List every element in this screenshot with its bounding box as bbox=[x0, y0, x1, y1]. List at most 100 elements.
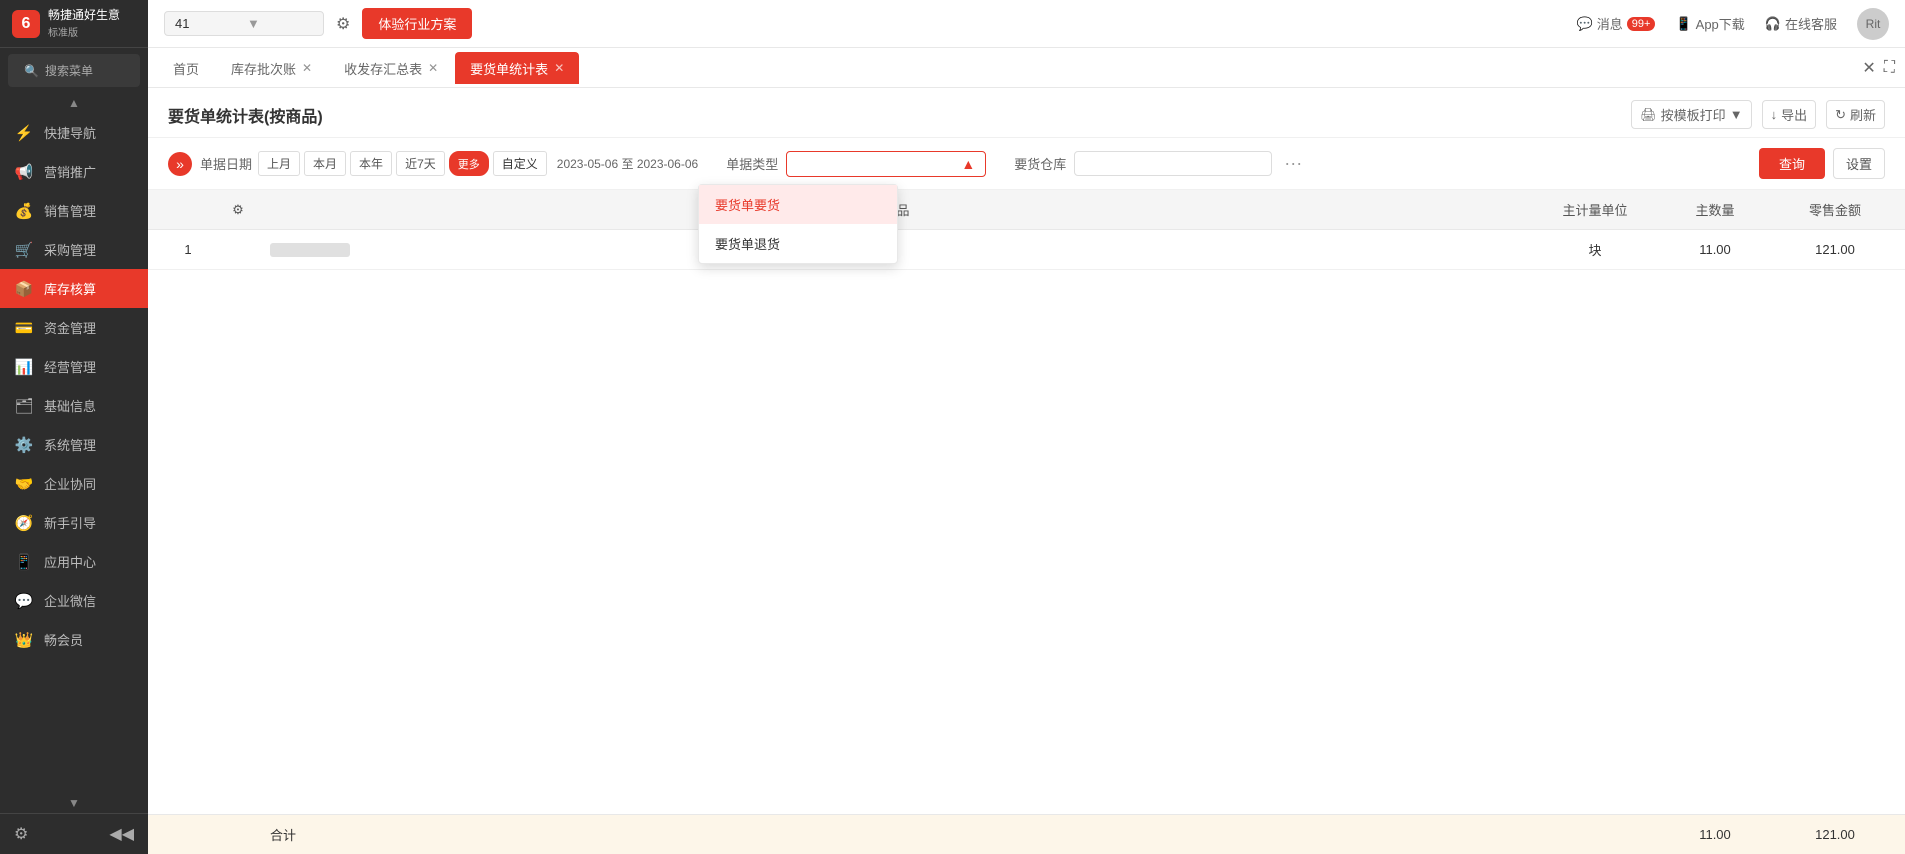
more-dates-btn[interactable]: 更多 bbox=[449, 151, 489, 176]
enterprise-icon: 🤝 bbox=[14, 475, 34, 493]
refresh-icon: ↻ bbox=[1835, 107, 1846, 123]
print-label: 按模板打印 bbox=[1661, 105, 1726, 124]
user-avatar[interactable]: Rit bbox=[1857, 8, 1889, 40]
tab-summary-label: 收发存汇总表 bbox=[344, 59, 422, 78]
scroll-up-btn[interactable]: ▲ bbox=[0, 93, 148, 113]
tab-batch-label: 库存批次账 bbox=[231, 59, 296, 78]
this-month-btn[interactable]: 本月 bbox=[304, 151, 346, 176]
app-center-icon: 📱 bbox=[14, 553, 34, 571]
refresh-btn[interactable]: ↻ 刷新 bbox=[1826, 100, 1885, 129]
sidebar-item-system[interactable]: ⚙️ 系统管理 bbox=[0, 425, 148, 464]
sidebar-item-wechat[interactable]: 💬 企业微信 bbox=[0, 581, 148, 620]
sidebar-item-label: 资金管理 bbox=[44, 318, 96, 337]
sidebar-item-base[interactable]: 🗂 基础信息 bbox=[0, 386, 148, 425]
tab-summary[interactable]: 收发存汇总表 ✕ bbox=[329, 52, 453, 84]
col-amount: 零售金额 bbox=[1775, 190, 1895, 229]
messages-label: 消息 bbox=[1597, 14, 1623, 33]
tab-order-stats-close[interactable]: ✕ bbox=[554, 61, 564, 75]
sidebar-item-quick-nav[interactable]: ⚡ 快捷导航 bbox=[0, 113, 148, 152]
footer-qty: 11.00 bbox=[1655, 817, 1775, 852]
tab-close-all-btn[interactable]: ✕ bbox=[1862, 58, 1875, 78]
sidebar-item-purchase[interactable]: 🛒 采购管理 bbox=[0, 230, 148, 269]
type-filter-label: 单据类型 bbox=[726, 154, 778, 173]
sidebar-item-sales[interactable]: 💰 销售管理 bbox=[0, 191, 148, 230]
col-qty: 主数量 bbox=[1655, 190, 1775, 229]
cell-gear bbox=[218, 242, 258, 258]
tab-home[interactable]: 首页 bbox=[158, 52, 214, 84]
topbar-gear-btn[interactable]: ⚙ bbox=[336, 14, 350, 34]
sidebar-item-business[interactable]: 📊 经营管理 bbox=[0, 347, 148, 386]
dropdown-item-order-return[interactable]: 要货单退货 bbox=[699, 224, 897, 263]
table-header: ⚙ 商品 主计量单位 主数量 零售金额 bbox=[148, 190, 1905, 230]
dropdown-item-order-goods[interactable]: 要货单要货 bbox=[699, 185, 897, 224]
tab-batch[interactable]: 库存批次账 ✕ bbox=[216, 52, 327, 84]
footer-label: 合计 bbox=[258, 815, 1535, 854]
app-download-label: App下载 bbox=[1696, 14, 1745, 33]
setting-btn[interactable]: 设置 bbox=[1833, 148, 1885, 179]
table-row: 1 块 11.00 121.00 bbox=[148, 230, 1905, 270]
sidebar-item-app-center[interactable]: 📱 应用中心 bbox=[0, 542, 148, 581]
store-selector[interactable]: 41 ▼ bbox=[164, 11, 324, 36]
newbie-icon: 🧭 bbox=[14, 514, 34, 532]
type-dropdown: 要货单要货 要货单退货 bbox=[698, 184, 898, 264]
this-year-btn[interactable]: 本年 bbox=[350, 151, 392, 176]
wechat-icon: 💬 bbox=[14, 592, 34, 610]
online-service-btn[interactable]: 🎧 在线客服 bbox=[1765, 14, 1837, 33]
inventory-icon: 📦 bbox=[14, 280, 34, 298]
sidebar-nav: ⚡ 快捷导航 📢 营销推广 💰 销售管理 🛒 采购管理 📦 库存核算 💳 资金管… bbox=[0, 113, 148, 793]
sidebar-item-label: 快捷导航 bbox=[44, 123, 96, 142]
system-icon: ⚙️ bbox=[14, 436, 34, 454]
more-filters-btn[interactable]: ··· bbox=[1284, 153, 1302, 174]
sidebar-item-label: 采购管理 bbox=[44, 240, 96, 259]
refresh-label: 刷新 bbox=[1850, 105, 1876, 124]
app-download-btn[interactable]: 📱 App下载 bbox=[1675, 14, 1744, 33]
tab-summary-close[interactable]: ✕ bbox=[428, 61, 438, 75]
print-btn[interactable]: 🖨 按模板打印 ▼ bbox=[1631, 100, 1751, 129]
page-header: 要货单统计表(按商品) 🖨 按模板打印 ▼ ↓ 导出 ↻ 刷新 bbox=[148, 88, 1905, 138]
footer-gear bbox=[218, 825, 258, 845]
sidebar-item-enterprise[interactable]: 🤝 企业协同 bbox=[0, 464, 148, 503]
table-area: ⚙ 商品 主计量单位 主数量 零售金额 1 块 11.00 121.00 bbox=[148, 190, 1905, 854]
sidebar-item-finance[interactable]: 💳 资金管理 bbox=[0, 308, 148, 347]
messages-badge: 99+ bbox=[1627, 17, 1656, 31]
app-name: 畅捷通好生意 bbox=[48, 8, 120, 24]
collapse-icon[interactable]: ◀◀ bbox=[109, 824, 134, 844]
sidebar-item-marketing[interactable]: 📢 营销推广 bbox=[0, 152, 148, 191]
print-icon: 🖨 bbox=[1640, 107, 1657, 123]
custom-date-btn[interactable]: 自定义 bbox=[493, 151, 547, 176]
footer-amount: 121.00 bbox=[1775, 817, 1895, 852]
export-btn[interactable]: ↓ 导出 bbox=[1762, 100, 1817, 129]
tab-bar: 首页 库存批次账 ✕ 收发存汇总表 ✕ 要货单统计表 ✕ ✕ ⛶ bbox=[148, 48, 1905, 88]
table-footer: 合计 11.00 121.00 bbox=[148, 814, 1905, 854]
top-header-right: 💬 消息 99+ 📱 App下载 🎧 在线客服 Rit bbox=[1577, 8, 1889, 40]
type-filter-select[interactable]: ▲ bbox=[786, 151, 986, 177]
sidebar-search[interactable]: 🔍 搜索菜单 bbox=[8, 54, 140, 87]
messages-btn[interactable]: 💬 消息 99+ bbox=[1577, 14, 1656, 33]
tab-batch-close[interactable]: ✕ bbox=[302, 61, 312, 75]
page-title: 要货单统计表(按商品) bbox=[168, 103, 323, 127]
user-name: Rit bbox=[1866, 17, 1881, 31]
member-icon: 👑 bbox=[14, 631, 34, 649]
tab-expand-btn[interactable]: ⛶ bbox=[1884, 59, 1895, 77]
col-gear[interactable]: ⚙ bbox=[218, 192, 258, 228]
sidebar-item-newbie[interactable]: 🧭 新手引导 bbox=[0, 503, 148, 542]
message-icon: 💬 bbox=[1577, 16, 1593, 32]
base-icon: 🗂 bbox=[14, 397, 34, 415]
filter-expand-btn[interactable]: » bbox=[168, 152, 192, 176]
trial-btn[interactable]: 体验行业方案 bbox=[362, 8, 472, 39]
search-label: 搜索菜单 bbox=[45, 62, 93, 79]
setting-icon[interactable]: ⚙ bbox=[14, 824, 28, 844]
top-header-left: 41 ▼ ⚙ 体验行业方案 bbox=[164, 8, 472, 39]
cell-qty: 11.00 bbox=[1655, 234, 1775, 265]
filter-bar: » 单据日期 上月 本月 本年 近7天 更多 自定义 2023-05-06 至 … bbox=[148, 138, 1905, 190]
last-month-btn[interactable]: 上月 bbox=[258, 151, 300, 176]
query-btn[interactable]: 查询 bbox=[1759, 148, 1825, 179]
warehouse-input[interactable] bbox=[1074, 151, 1272, 176]
quick-nav-icon: ⚡ bbox=[14, 124, 34, 142]
store-name: 41 bbox=[175, 16, 241, 31]
tab-order-stats[interactable]: 要货单统计表 ✕ bbox=[455, 52, 579, 84]
sidebar-item-member[interactable]: 👑 畅会员 bbox=[0, 620, 148, 659]
last-7-days-btn[interactable]: 近7天 bbox=[396, 151, 445, 176]
sidebar-item-inventory[interactable]: 📦 库存核算 bbox=[0, 269, 148, 308]
scroll-down-btn[interactable]: ▼ bbox=[0, 793, 148, 813]
